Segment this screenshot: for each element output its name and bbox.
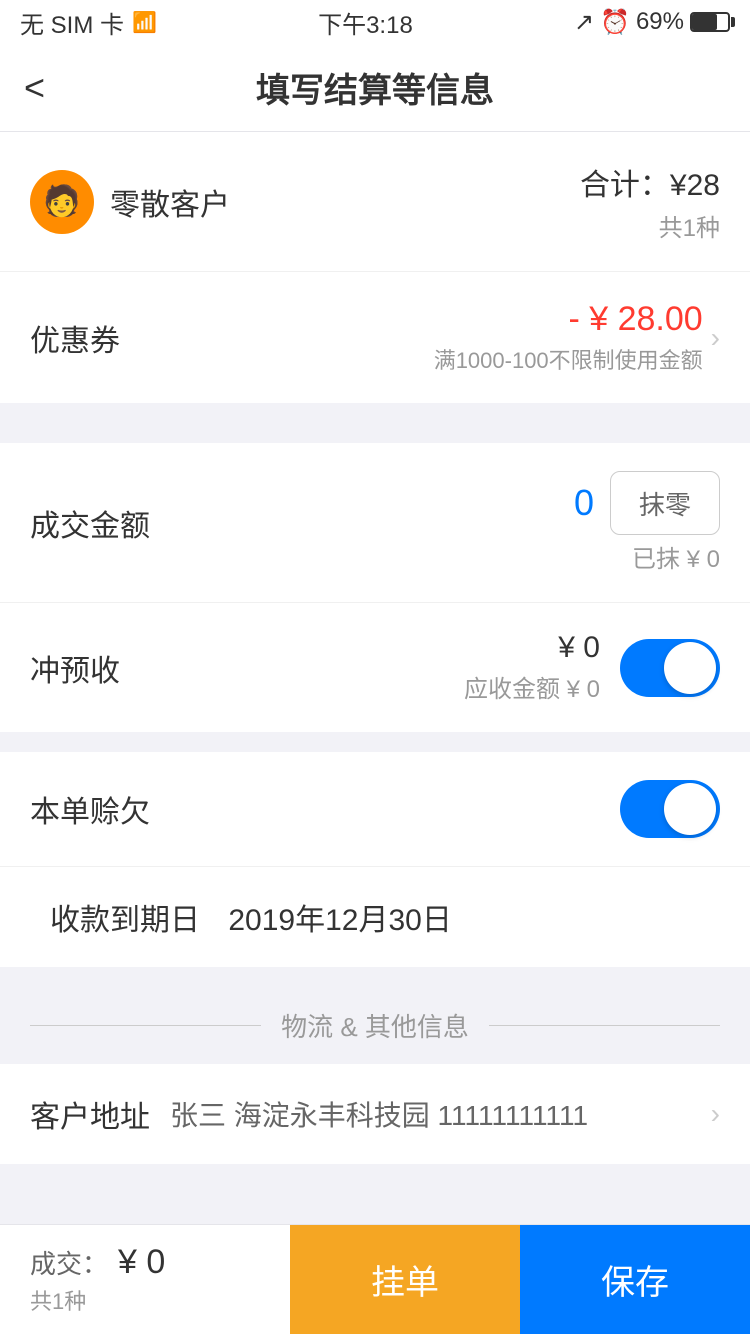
bottom-amount: ¥ 0 [118, 1243, 165, 1282]
nav-bar: < 填写结算等信息 [0, 44, 750, 132]
prepayment-toggle[interactable] [620, 639, 720, 697]
coupon-right: - ¥ 28.00 满1000-100不限制使用金额 › [434, 300, 720, 375]
bottom-count: 共1种 [30, 1284, 260, 1316]
customer-row: 🧑 零散客户 合计：¥28 共1种 [0, 132, 750, 271]
toggle-thumb [664, 642, 716, 694]
debt-toggle-thumb [664, 783, 716, 835]
status-right: ↗ ⏰ 69% [574, 8, 730, 37]
coupon-description: 满1000-100不限制使用金额 [434, 343, 703, 375]
total-count: 共1种 [580, 208, 720, 243]
due-date-value: 2019年12月30日 [228, 904, 451, 937]
due-date-label: 收款到期日 [50, 904, 200, 937]
coupon-label: 优惠券 [30, 316, 120, 360]
prepayment-amounts: ¥ 0 应收金额 ¥ 0 [464, 631, 600, 704]
prepayment-row: 冲预收 ¥ 0 应收金额 ¥ 0 [0, 603, 750, 732]
customer-card: 🧑 零散客户 合计：¥28 共1种 优惠券 - ¥ 28.00 满1000-10… [0, 132, 750, 403]
section-divider-3 [0, 967, 750, 987]
divider-line-left [30, 1025, 261, 1026]
status-bar: 无 SIM 卡 📶 下午3:18 ↗ ⏰ 69% [0, 0, 750, 44]
customer-left: 🧑 零散客户 [30, 170, 230, 234]
bottom-bar: 成交： ¥ 0 共1种 挂单 保存 [0, 1224, 750, 1334]
bottom-transaction-label: 成交： [30, 1244, 108, 1281]
hold-button[interactable]: 挂单 [290, 1225, 520, 1334]
alarm-icon: ⏰ [600, 8, 630, 37]
round-button[interactable]: 抹零 [610, 471, 720, 535]
section-divider-2 [0, 732, 750, 752]
coupon-value: - ¥ 28.00 满1000-100不限制使用金额 [434, 300, 703, 375]
prepayment-amount: ¥ 0 [464, 631, 600, 665]
avatar-icon: 🧑 [43, 184, 80, 219]
transaction-sub: 已抹 ¥ 0 [632, 539, 720, 574]
chevron-right-icon: › [711, 322, 720, 354]
bottom-info: 成交： ¥ 0 共1种 [0, 1243, 290, 1316]
transaction-row: 成交金额 0 抹零 已抹 ¥ 0 [0, 443, 750, 603]
address-card: 客户地址 张三 海淀永丰科技园 11111111111 › [0, 1064, 750, 1164]
battery-icon [690, 12, 730, 32]
main-content: 🧑 零散客户 合计：¥28 共1种 优惠券 - ¥ 28.00 满1000-10… [0, 132, 750, 1304]
debt-label: 本单赊欠 [30, 787, 150, 831]
due-date-row[interactable]: 收款到期日 2019年12月30日 [0, 866, 750, 967]
debt-row: 本单赊欠 [0, 752, 750, 866]
status-time: 下午3:18 [318, 5, 413, 40]
total-amount: 合计：¥28 [580, 160, 720, 204]
customer-name: 零散客户 [110, 180, 230, 224]
transaction-section: 成交金额 0 抹零 已抹 ¥ 0 冲预收 ¥ 0 应收金额 ¥ 0 [0, 443, 750, 732]
avatar: 🧑 [30, 170, 94, 234]
save-button[interactable]: 保存 [520, 1225, 750, 1334]
transaction-label: 成交金额 [30, 501, 150, 545]
gps-icon: ↗ [574, 8, 594, 37]
address-row[interactable]: 客户地址 张三 海淀永丰科技园 11111111111 › [0, 1064, 750, 1164]
logistics-header: 物流 & 其他信息 [0, 987, 750, 1064]
section-divider-1 [0, 423, 750, 443]
customer-right: 合计：¥28 共1种 [580, 160, 720, 243]
address-value: 张三 海淀永丰科技园 11111111111 [170, 1094, 711, 1134]
wifi-icon: 📶 [132, 10, 157, 35]
address-label: 客户地址 [30, 1092, 150, 1136]
prepayment-label: 冲预收 [30, 646, 120, 690]
transaction-value[interactable]: 0 [534, 482, 594, 524]
transaction-right: 0 抹零 [534, 471, 720, 535]
address-chevron-icon: › [711, 1098, 720, 1130]
debt-section: 本单赊欠 收款到期日 2019年12月30日 [0, 752, 750, 967]
coupon-row[interactable]: 优惠券 - ¥ 28.00 满1000-100不限制使用金额 › [0, 271, 750, 403]
coupon-amount: - ¥ 28.00 [434, 300, 703, 339]
carrier-text: 无 SIM 卡 [20, 5, 124, 40]
prepayment-right: ¥ 0 应收金额 ¥ 0 [464, 631, 720, 704]
divider-line-right [489, 1025, 720, 1026]
prepayment-sub: 应收金额 ¥ 0 [464, 669, 600, 704]
logistics-title: 物流 & 其他信息 [281, 1007, 469, 1044]
debt-toggle[interactable] [620, 780, 720, 838]
status-left: 无 SIM 卡 📶 [20, 5, 157, 40]
back-button[interactable]: < [24, 67, 45, 109]
battery-percent: 69% [636, 8, 684, 36]
page-title: 填写结算等信息 [256, 63, 494, 112]
